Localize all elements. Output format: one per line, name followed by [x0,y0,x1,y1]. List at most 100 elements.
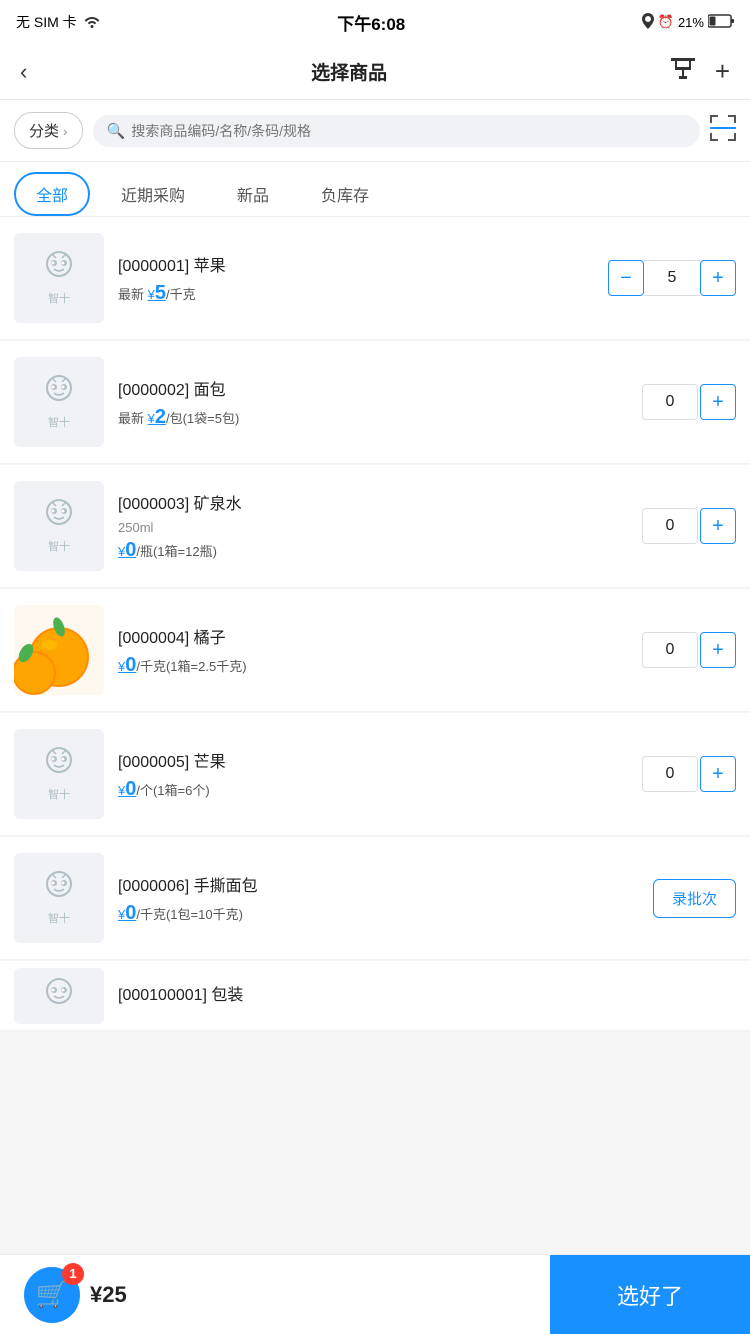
product-name-4: [0000004] 橘子 [118,624,628,648]
tab-negative[interactable]: 负库存 [300,172,390,216]
product-thumbnail-5: 智十 [14,729,104,819]
list-item: 智十 [0000005] 芒果 ¥0/个(1箱=6个) + [0,713,750,836]
owl-logo-5: 智十 [40,746,78,802]
cart-total: ¥25 [90,1282,127,1308]
qty-input-1[interactable] [644,260,700,296]
qty-input-4[interactable] [642,632,698,668]
qty-plus-2[interactable]: + [700,384,736,420]
page-title: 选择商品 [311,58,387,85]
qty-input-5[interactable] [642,756,698,792]
tab-recent[interactable]: 近期采购 [100,172,206,216]
cart-section: 🛒 1 ¥25 [0,1267,550,1323]
product-name-2: [0000002] 面包 [118,376,628,400]
orange-image [14,605,104,695]
filter-icon[interactable] [671,58,695,86]
cart-icon-button[interactable]: 🛒 1 [24,1267,80,1323]
product-name-5: [0000005] 芒果 [118,748,628,772]
product-info-2: [0000002] 面包 最新 ¥2/包(1袋=5包) [118,376,628,429]
product-thumbnail-6: 智十 [14,853,104,943]
category-label: 分类 [29,120,59,141]
no-sim-label: 无 SIM 卡 [16,12,77,32]
qty-input-3[interactable] [642,508,698,544]
qty-plus-4[interactable]: + [700,632,736,668]
product-info-6: [0000006] 手撕面包 ¥0/千克(1包=10千克) [118,872,639,925]
qty-plus-3[interactable]: + [700,508,736,544]
filter-row: 分类 › 🔍 [0,100,750,162]
category-arrow: › [63,123,68,139]
quantity-control-5: + [642,756,736,792]
owl-logo-3: 智十 [40,498,78,554]
category-button[interactable]: 分类 › [14,112,83,149]
brand-text-2: 智十 [48,414,70,430]
list-item: 智十 [0000002] 面包 最新 ¥2/包(1袋=5包) + [0,341,750,464]
product-info-7: [000100001] 包装 [118,981,736,1011]
battery-icon [708,14,734,31]
brand-text-5: 智十 [48,786,70,802]
cart-icon: 🛒 [36,1279,68,1310]
quantity-control-3: + [642,508,736,544]
list-item-partial: [000100001] 包装 [0,961,750,1031]
search-input[interactable] [131,123,686,139]
brand-text-6: 智十 [48,910,70,926]
quantity-control-1: − + [608,260,736,296]
product-name-6: [0000006] 手撕面包 [118,872,639,896]
qty-minus-1[interactable]: − [608,260,644,296]
quantity-control-2: + [642,384,736,420]
product-thumbnail-2: 智十 [14,357,104,447]
product-price-3: ¥0/瓶(1箱=12瓶) [118,539,628,562]
list-item: 智十 [0000003] 矿泉水 250ml ¥0/瓶(1箱=12瓶) + [0,465,750,588]
list-item: [0000004] 橘子 ¥0/千克(1箱=2.5千克) + [0,589,750,712]
nav-right-actions: + [671,56,730,87]
owl-logo-1: 智十 [40,250,78,306]
product-thumbnail-1: 智十 [14,233,104,323]
product-info-1: [0000001] 苹果 最新 ¥5/千克 [118,252,594,305]
search-box: 🔍 [93,115,700,147]
status-right: ⏰ 21% [642,13,734,32]
product-info-5: [0000005] 芒果 ¥0/个(1箱=6个) [118,748,628,801]
owl-logo-6: 智十 [40,870,78,926]
add-button[interactable]: + [715,56,730,87]
product-price-1: 最新 ¥5/千克 [118,282,594,305]
product-info-4: [0000004] 橘子 ¥0/千克(1箱=2.5千克) [118,624,628,677]
product-info-3: [0000003] 矿泉水 250ml ¥0/瓶(1箱=12瓶) [118,490,628,562]
tab-row: 全部 近期采购 新品 负库存 [0,162,750,217]
status-time: 下午6:08 [337,10,405,35]
location-icon [642,13,654,32]
bottom-bar: 🛒 1 ¥25 选好了 [0,1254,750,1334]
confirm-button[interactable]: 选好了 [550,1255,750,1334]
list-item: 智十 [0000001] 苹果 最新 ¥5/千克 − + [0,217,750,340]
product-thumbnail-3: 智十 [14,481,104,571]
nav-bar: ‹ 选择商品 + [0,44,750,100]
cart-badge: 1 [62,1263,84,1285]
back-button[interactable]: ‹ [20,59,27,85]
qty-plus-5[interactable]: + [700,756,736,792]
product-price-5: ¥0/个(1箱=6个) [118,778,628,801]
list-item: 智十 [0000006] 手撕面包 ¥0/千克(1包=10千克) 录批次 [0,837,750,960]
owl-logo-7 [40,977,78,1015]
brand-text-3: 智十 [48,538,70,554]
qty-input-2[interactable] [642,384,698,420]
product-list: 智十 [0000001] 苹果 最新 ¥5/千克 − + 智十 [0000002… [0,217,750,1031]
batch-button-6[interactable]: 录批次 [653,879,736,918]
brand-text-1: 智十 [48,290,70,306]
product-spec-3: 250ml [118,520,628,535]
product-name-7: [000100001] 包装 [118,981,736,1005]
product-thumbnail-7 [14,968,104,1024]
battery-label: 21% [678,15,704,30]
status-bar: 无 SIM 卡 下午6:08 ⏰ 21% [0,0,750,44]
product-thumbnail-4 [14,605,104,695]
product-price-6: ¥0/千克(1包=10千克) [118,902,639,925]
product-price-2: 最新 ¥2/包(1袋=5包) [118,406,628,429]
status-left: 无 SIM 卡 [16,12,101,32]
tab-new[interactable]: 新品 [216,172,290,216]
alarm-icon: ⏰ [658,14,674,30]
scan-icon[interactable] [710,115,736,147]
product-name-3: [0000003] 矿泉水 [118,490,628,514]
product-name-1: [0000001] 苹果 [118,252,594,276]
quantity-control-4: + [642,632,736,668]
tab-all[interactable]: 全部 [14,172,90,216]
product-price-4: ¥0/千克(1箱=2.5千克) [118,654,628,677]
search-icon: 🔍 [107,122,126,140]
wifi-icon [83,14,101,31]
qty-plus-1[interactable]: + [700,260,736,296]
